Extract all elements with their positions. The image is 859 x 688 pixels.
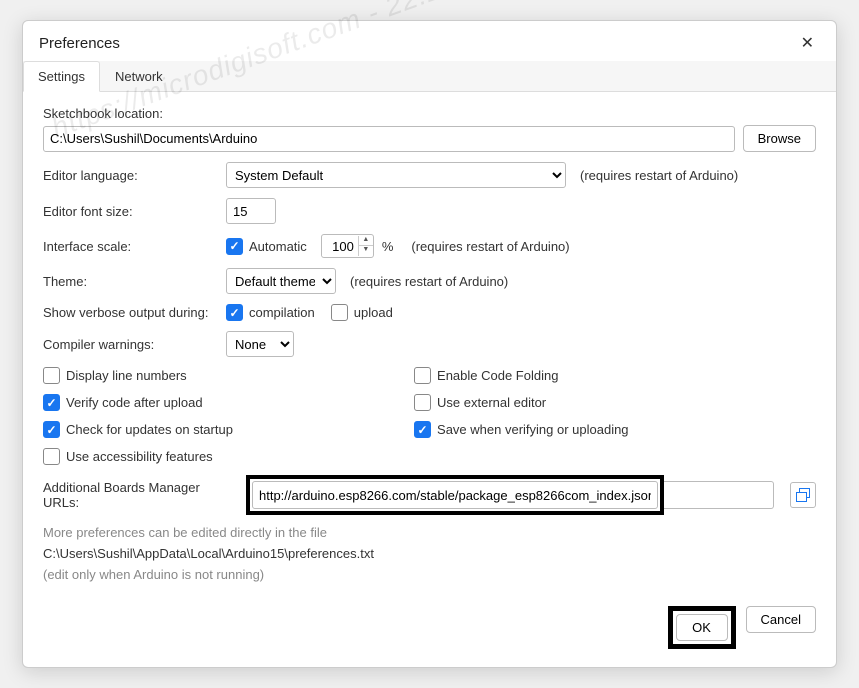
tab-settings[interactable]: Settings bbox=[23, 61, 100, 92]
codefolding-checkbox[interactable] bbox=[414, 367, 431, 384]
tabs: Settings Network bbox=[23, 61, 836, 92]
upload-checkbox[interactable] bbox=[331, 304, 348, 321]
sketchbook-label: Sketchbook location: bbox=[43, 106, 163, 121]
upload-label: upload bbox=[354, 305, 393, 320]
moreprefs-line1: More preferences can be edited directly … bbox=[43, 525, 816, 540]
language-label: Editor language: bbox=[43, 168, 218, 183]
accessibility-label: Use accessibility features bbox=[66, 449, 213, 464]
saveverify-label: Save when verifying or uploading bbox=[437, 422, 629, 437]
ok-button[interactable]: OK bbox=[676, 614, 728, 641]
accessibility-checkbox[interactable] bbox=[43, 448, 60, 465]
language-select[interactable]: System Default bbox=[226, 162, 566, 188]
externaleditor-label: Use external editor bbox=[437, 395, 546, 410]
scale-spinner[interactable]: ▲ ▼ bbox=[321, 234, 374, 258]
settings-content: Sketchbook location: Browse Editor langu… bbox=[23, 92, 836, 596]
moreprefs-path: C:\Users\Sushil\AppData\Local\Arduino15\… bbox=[43, 546, 816, 561]
scale-label: Interface scale: bbox=[43, 239, 218, 254]
externaleditor-checkbox[interactable] bbox=[414, 394, 431, 411]
linenumbers-checkbox[interactable] bbox=[43, 367, 60, 384]
window-icon bbox=[796, 488, 810, 502]
compilation-checkbox[interactable] bbox=[226, 304, 243, 321]
moreprefs-line2: (edit only when Arduino is not running) bbox=[43, 567, 816, 582]
theme-note: (requires restart of Arduino) bbox=[350, 274, 508, 289]
open-urls-button[interactable] bbox=[790, 482, 816, 508]
language-note: (requires restart of Arduino) bbox=[580, 168, 738, 183]
compilation-label: compilation bbox=[249, 305, 315, 320]
scale-note: (requires restart of Arduino) bbox=[411, 239, 569, 254]
scale-percent: % bbox=[382, 239, 394, 254]
chevron-up-icon[interactable]: ▲ bbox=[359, 236, 373, 246]
codefolding-label: Enable Code Folding bbox=[437, 368, 558, 383]
preferences-dialog: Preferences ✕ Settings Network Sketchboo… bbox=[22, 20, 837, 668]
tab-network[interactable]: Network bbox=[100, 61, 178, 91]
compiler-select[interactable]: None bbox=[226, 331, 294, 357]
automatic-label: Automatic bbox=[249, 239, 307, 254]
boards-url-label: Additional Boards Manager URLs: bbox=[43, 480, 238, 510]
dialog-footer: OK Cancel bbox=[23, 596, 836, 667]
saveverify-checkbox[interactable] bbox=[414, 421, 431, 438]
sketchbook-input[interactable] bbox=[43, 126, 735, 152]
fontsize-input[interactable] bbox=[226, 198, 276, 224]
options-grid: Display line numbers Enable Code Folding… bbox=[43, 367, 816, 475]
browse-button[interactable]: Browse bbox=[743, 125, 816, 152]
linenumbers-label: Display line numbers bbox=[66, 368, 187, 383]
close-icon[interactable]: ✕ bbox=[795, 31, 820, 55]
boards-url-input[interactable] bbox=[252, 481, 658, 509]
verify-checkbox[interactable] bbox=[43, 394, 60, 411]
dialog-title: Preferences bbox=[39, 35, 120, 52]
verbose-label: Show verbose output during: bbox=[43, 305, 218, 320]
updates-label: Check for updates on startup bbox=[66, 422, 233, 437]
verify-label: Verify code after upload bbox=[66, 395, 203, 410]
titlebar: Preferences ✕ bbox=[23, 21, 836, 61]
chevron-down-icon[interactable]: ▼ bbox=[359, 246, 373, 256]
compiler-label: Compiler warnings: bbox=[43, 337, 218, 352]
theme-select[interactable]: Default theme bbox=[226, 268, 336, 294]
fontsize-label: Editor font size: bbox=[43, 204, 218, 219]
updates-checkbox[interactable] bbox=[43, 421, 60, 438]
theme-label: Theme: bbox=[43, 274, 218, 289]
automatic-checkbox[interactable] bbox=[226, 238, 243, 255]
cancel-button[interactable]: Cancel bbox=[746, 606, 816, 633]
scale-value-input[interactable] bbox=[322, 237, 358, 256]
